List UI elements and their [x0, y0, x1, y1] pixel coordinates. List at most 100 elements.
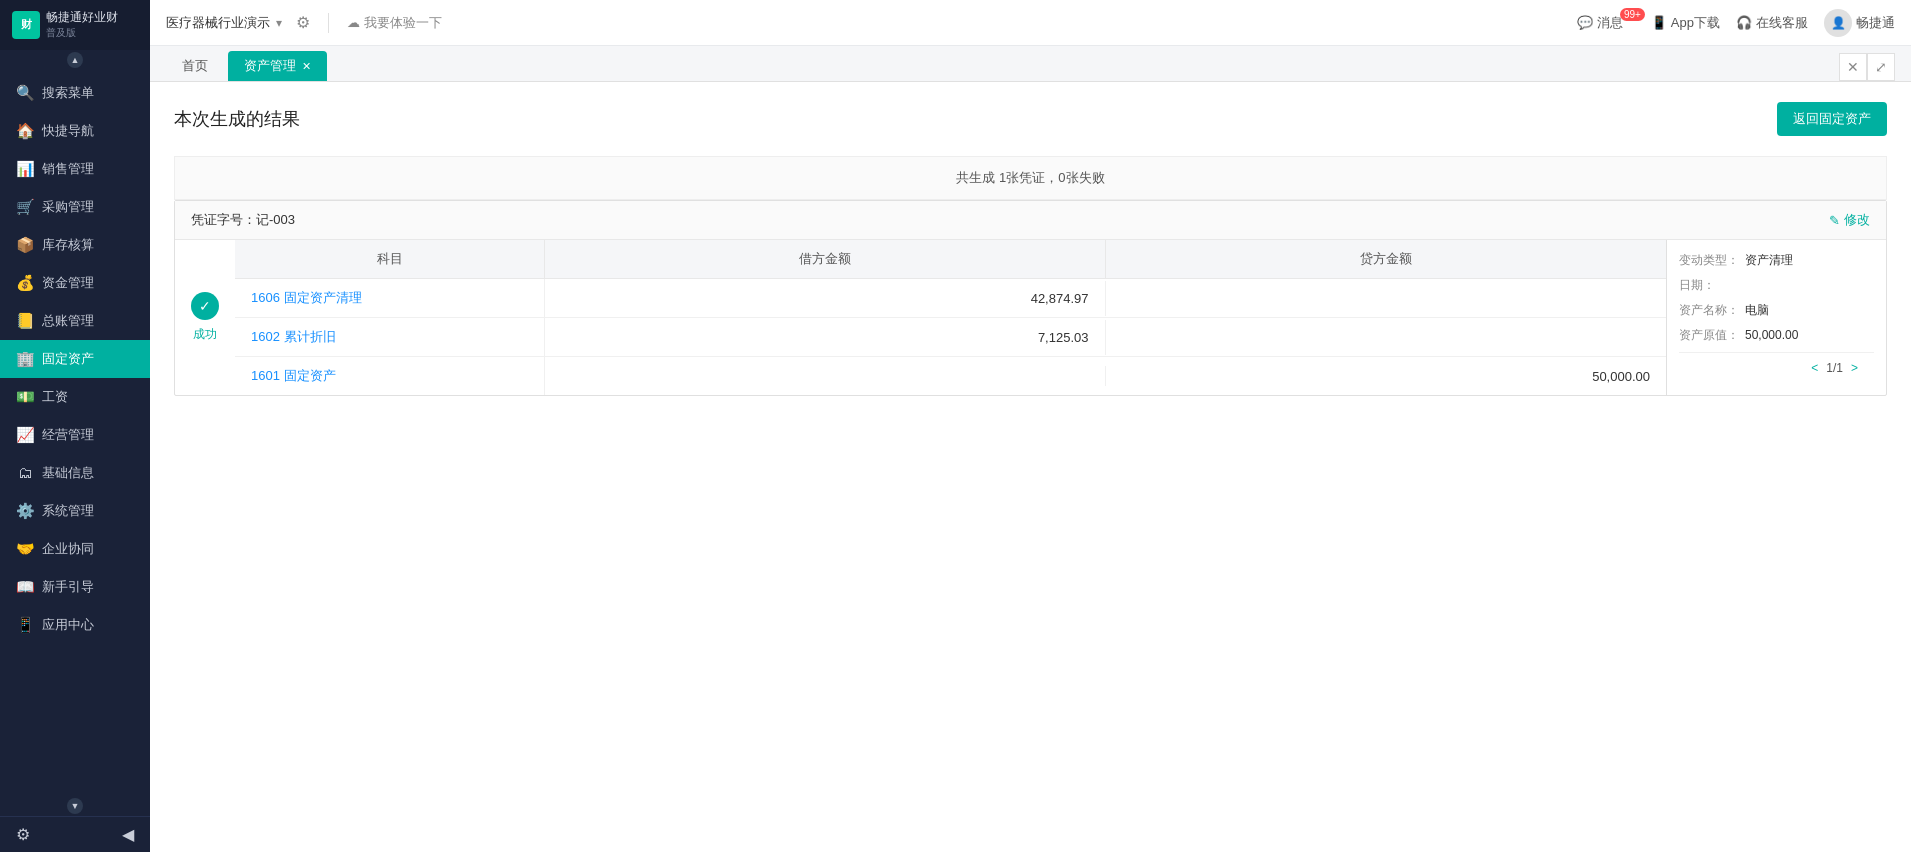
main-content: 医疗器械行业演示 ▾ ⚙ ☁ 我要体验一下 💬 消息 99+ 📱 App下载 🎧… [150, 0, 1911, 852]
tab-asset-management-label: 资产管理 [244, 57, 296, 75]
voucher-main: ✓ 成功 科目 借方金额 贷方金额 1606 固定资产清理 [175, 240, 1666, 395]
sidebar-item-ledger[interactable]: 📒 总账管理 [0, 302, 150, 340]
sidebar-item-label: 采购管理 [42, 198, 94, 216]
close-icon: ✕ [1847, 59, 1859, 75]
scroll-up-icon[interactable]: ▲ [67, 52, 83, 68]
scroll-down-icon[interactable]: ▼ [67, 798, 83, 814]
tab-asset-management[interactable]: 资产管理 ✕ [228, 51, 327, 81]
panel-expand-button[interactable]: ⤢ [1867, 53, 1895, 81]
operations-icon: 📈 [16, 426, 34, 444]
home-icon: 🏠 [16, 122, 34, 140]
sidebar-item-label: 工资 [42, 388, 68, 406]
tab-close-icon[interactable]: ✕ [302, 60, 311, 73]
page-header: 本次生成的结果 返回固定资产 [174, 102, 1887, 136]
company-selector[interactable]: 医疗器械行业演示 ▾ [166, 14, 282, 32]
original-value-value: 50,000.00 [1745, 328, 1798, 342]
guide-icon: 📖 [16, 578, 34, 596]
sidebar-item-label: 库存核算 [42, 236, 94, 254]
user-menu[interactable]: 👤 畅捷通 [1824, 9, 1895, 37]
app-download-label: App下载 [1671, 14, 1720, 32]
sidebar-item-label: 基础信息 [42, 464, 94, 482]
page-title: 本次生成的结果 [174, 107, 300, 131]
online-service-label: 在线客服 [1756, 14, 1808, 32]
cell-account-2: 1602 累计折旧 [235, 318, 545, 356]
cell-credit-2 [1106, 327, 1667, 347]
sidebar-item-label: 固定资产 [42, 350, 94, 368]
logo-icon: 财 [12, 11, 40, 39]
logo-text: 畅捷通好业财 [46, 10, 118, 26]
sidebar-item-label: 新手引导 [42, 578, 94, 596]
collapse-icon[interactable]: ◀ [122, 825, 134, 844]
basics-icon: 🗂 [16, 464, 34, 482]
sidebar-item-system[interactable]: ⚙️ 系统管理 [0, 492, 150, 530]
app-download-icon: 📱 [1651, 15, 1667, 30]
experience-button[interactable]: ☁ 我要体验一下 [347, 14, 442, 32]
sidebar-item-inventory[interactable]: 📦 库存核算 [0, 226, 150, 264]
sidebar-item-label: 总账管理 [42, 312, 94, 330]
sidebar-item-guide[interactable]: 📖 新手引导 [0, 568, 150, 606]
sidebar-nav: 🔍 搜索菜单 🏠 快捷导航 📊 销售管理 🛒 采购管理 📦 库存核算 💰 资金管… [0, 70, 150, 796]
table-row: 1606 固定资产清理 42,874.97 [235, 279, 1666, 318]
topbar-settings-icon[interactable]: ⚙ [296, 13, 310, 32]
company-name: 医疗器械行业演示 [166, 14, 270, 32]
fixed-assets-icon: 🏢 [16, 350, 34, 368]
sidebar-item-cooperation[interactable]: 🤝 企业协同 [0, 530, 150, 568]
sidebar-item-purchase[interactable]: 🛒 采购管理 [0, 188, 150, 226]
messages-button[interactable]: 💬 消息 99+ [1577, 14, 1635, 32]
cell-debit-1: 42,874.97 [545, 281, 1106, 316]
sidebar-item-sales[interactable]: 📊 销售管理 [0, 150, 150, 188]
messages-icon: 💬 [1577, 15, 1593, 30]
right-panel-original-value: 资产原值： 50,000.00 [1679, 327, 1874, 344]
voucher-right-panel: 变动类型： 资产清理 日期： 资产名称： 电脑 资产原值： 50,000.00 [1666, 240, 1886, 395]
sidebar-item-search[interactable]: 🔍 搜索菜单 [0, 74, 150, 112]
right-panel-change-type: 变动类型： 资产清理 [1679, 252, 1874, 269]
avatar-icon: 👤 [1831, 16, 1846, 30]
sidebar-item-app-center[interactable]: 📱 应用中心 [0, 606, 150, 644]
right-panel-asset-name: 资产名称： 电脑 [1679, 302, 1874, 319]
sidebar-item-quick-nav[interactable]: 🏠 快捷导航 [0, 112, 150, 150]
logo-sub: 普及版 [46, 26, 118, 40]
app-download-button[interactable]: 📱 App下载 [1651, 14, 1720, 32]
voucher-table: 科目 借方金额 贷方金额 1606 固定资产清理 42,874.97 [235, 240, 1666, 395]
sidebar-item-label: 资金管理 [42, 274, 94, 292]
sidebar-logo: 财 畅捷通好业财 普及版 [0, 0, 150, 50]
edit-icon: ✎ [1829, 213, 1840, 228]
sidebar-item-payroll[interactable]: 💵 工资 [0, 378, 150, 416]
expand-icon: ⤢ [1875, 59, 1887, 75]
back-to-fixed-assets-button[interactable]: 返回固定资产 [1777, 102, 1887, 136]
tab-home[interactable]: 首页 [166, 51, 224, 81]
original-value-label: 资产原值： [1679, 327, 1739, 344]
cell-credit-3: 50,000.00 [1106, 359, 1667, 394]
voucher-section: 凭证字号：记-003 ✎ 修改 ✓ 成功 [174, 200, 1887, 396]
sidebar-item-fixed-assets[interactable]: 🏢 固定资产 [0, 340, 150, 378]
settings-bottom-icon[interactable]: ⚙ [16, 825, 30, 844]
messages-badge: 99+ [1620, 8, 1645, 21]
sidebar-item-operations[interactable]: 📈 经营管理 [0, 416, 150, 454]
scroll-up[interactable]: ▲ [0, 50, 150, 70]
sidebar-item-funds[interactable]: 💰 资金管理 [0, 264, 150, 302]
scroll-down[interactable]: ▼ [0, 796, 150, 816]
online-service-button[interactable]: 🎧 在线客服 [1736, 14, 1808, 32]
user-label: 畅捷通 [1856, 14, 1895, 32]
next-page-button[interactable]: > [1851, 361, 1858, 375]
company-dropdown-icon: ▾ [276, 16, 282, 30]
edit-label: 修改 [1844, 211, 1870, 229]
sidebar-item-basics[interactable]: 🗂 基础信息 [0, 454, 150, 492]
col-header-credit: 贷方金额 [1106, 240, 1667, 278]
sidebar-item-label: 搜索菜单 [42, 84, 94, 102]
messages-label: 消息 [1597, 14, 1623, 32]
col-header-debit: 借方金额 [545, 240, 1106, 278]
voucher-number: 凭证字号：记-003 [191, 211, 295, 229]
sidebar-item-label: 应用中心 [42, 616, 94, 634]
purchase-icon: 🛒 [16, 198, 34, 216]
edit-button[interactable]: ✎ 修改 [1829, 211, 1870, 229]
cell-account-1: 1606 固定资产清理 [235, 279, 545, 317]
tab-home-label: 首页 [182, 57, 208, 75]
change-type-label: 变动类型： [1679, 252, 1739, 269]
prev-page-button[interactable]: < [1811, 361, 1818, 375]
inventory-icon: 📦 [16, 236, 34, 254]
date-label: 日期： [1679, 277, 1715, 294]
page-content: 本次生成的结果 返回固定资产 共生成 1张凭证，0张失败 凭证字号：记-003 … [150, 82, 1911, 852]
pagination: < 1/1 > [1679, 352, 1874, 383]
panel-close-button[interactable]: ✕ [1839, 53, 1867, 81]
